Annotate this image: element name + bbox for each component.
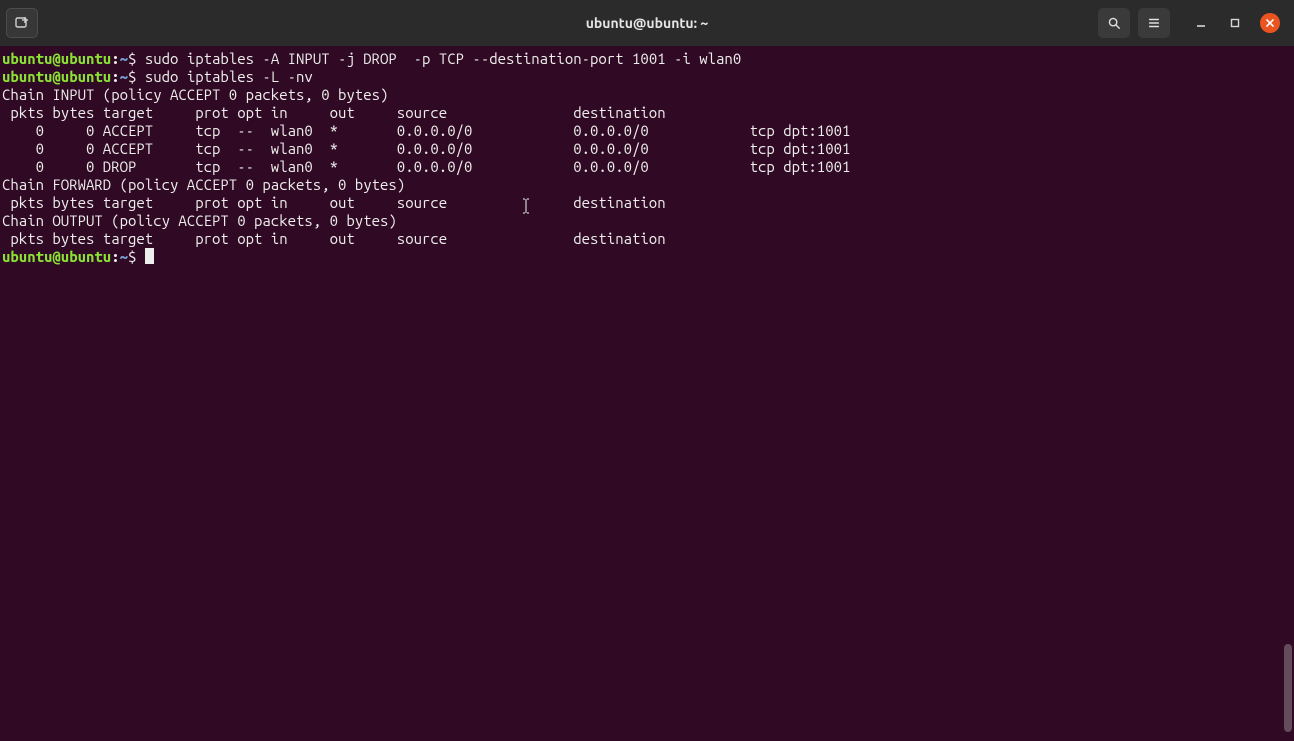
maximize-icon [1230, 18, 1240, 28]
prompt-line-2: ubuntu@ubuntu:~$ sudo iptables -L -nv [0, 68, 1294, 86]
window-controls [1192, 13, 1280, 33]
new-tab-icon [14, 15, 30, 31]
output-line: 0 0 DROP tcp -- wlan0 * 0.0.0.0/0 0.0.0.… [0, 158, 1294, 176]
close-button[interactable] [1260, 13, 1280, 33]
titlebar-right-controls [1098, 8, 1288, 38]
close-icon [1265, 18, 1275, 28]
search-icon [1107, 16, 1121, 30]
menu-button[interactable] [1138, 8, 1170, 38]
prompt-path: ~ [120, 68, 128, 85]
command-1: sudo iptables -A INPUT -j DROP -p TCP --… [136, 50, 741, 67]
window-title: ubuntu@ubuntu: ~ [586, 15, 709, 31]
output-line: pkts bytes target prot opt in out source… [0, 104, 1294, 122]
prompt-user: ubuntu@ubuntu [2, 50, 111, 67]
search-button[interactable] [1098, 8, 1130, 38]
scrollbar-thumb[interactable] [1284, 644, 1292, 732]
output-line: Chain FORWARD (policy ACCEPT 0 packets, … [0, 176, 1294, 194]
minimize-button[interactable] [1192, 14, 1210, 32]
new-tab-button[interactable] [6, 8, 38, 38]
prompt-line-1: ubuntu@ubuntu:~$ sudo iptables -A INPUT … [0, 50, 1294, 68]
output-line: 0 0 ACCEPT tcp -- wlan0 * 0.0.0.0/0 0.0.… [0, 122, 1294, 140]
maximize-button[interactable] [1226, 14, 1244, 32]
output-line: Chain OUTPUT (policy ACCEPT 0 packets, 0… [0, 212, 1294, 230]
output-line: pkts bytes target prot opt in out source… [0, 194, 1294, 212]
prompt-colon: : [111, 248, 119, 265]
command-3 [136, 248, 144, 265]
hamburger-icon [1147, 16, 1161, 30]
output-line: pkts bytes target prot opt in out source… [0, 230, 1294, 248]
prompt-colon: : [111, 50, 119, 67]
minimize-icon [1196, 18, 1206, 28]
terminal-cursor [145, 248, 154, 264]
prompt-colon: : [111, 68, 119, 85]
scrollbar[interactable] [1284, 46, 1294, 741]
prompt-path: ~ [120, 248, 128, 265]
prompt-line-3: ubuntu@ubuntu:~$ [0, 248, 1294, 266]
prompt-path: ~ [120, 50, 128, 67]
prompt-user: ubuntu@ubuntu [2, 248, 111, 265]
output-line: Chain INPUT (policy ACCEPT 0 packets, 0 … [0, 86, 1294, 104]
terminal-body[interactable]: ubuntu@ubuntu:~$ sudo iptables -A INPUT … [0, 46, 1294, 741]
output-line: 0 0 ACCEPT tcp -- wlan0 * 0.0.0.0/0 0.0.… [0, 140, 1294, 158]
command-2: sudo iptables -L -nv [136, 68, 312, 85]
titlebar: ubuntu@ubuntu: ~ [0, 0, 1294, 46]
prompt-user: ubuntu@ubuntu [2, 68, 111, 85]
